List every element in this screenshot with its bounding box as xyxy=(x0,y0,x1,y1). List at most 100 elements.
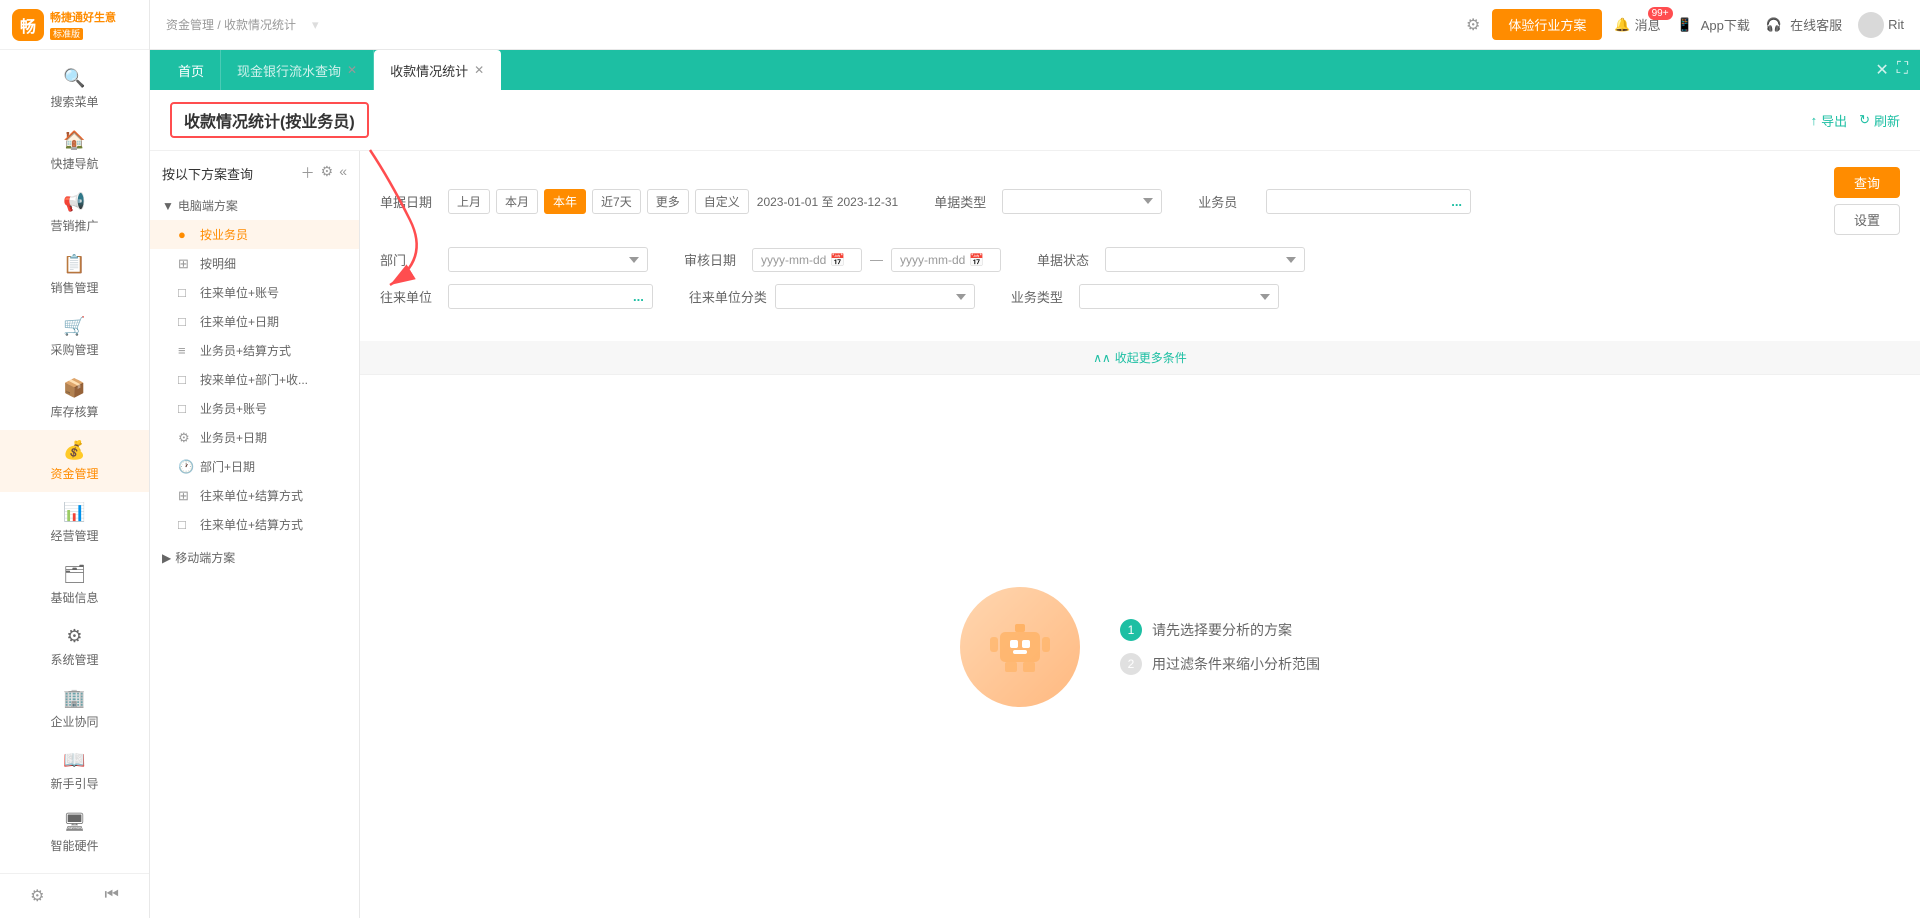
type-select[interactable] xyxy=(1002,189,1162,214)
date-btn-this-month[interactable]: 本月 xyxy=(496,189,538,214)
partner-cat-select[interactable] xyxy=(775,284,975,309)
hardware-icon: 🖥 xyxy=(63,812,86,833)
sidebar-item-operation[interactable]: 📊 经营管理 xyxy=(0,492,149,554)
salesman-more-btn[interactable]: ... xyxy=(1451,194,1462,209)
sidebar-item-quicknav[interactable]: 🏠 快捷导航 xyxy=(0,120,149,182)
date-btn-this-year[interactable]: 本年 xyxy=(544,189,586,214)
sidebar-item-finance[interactable]: 💰 资金管理 xyxy=(0,430,149,492)
app-download-icon: 📱 xyxy=(1677,17,1693,33)
scheme-icon-dd: 🕐 xyxy=(178,459,194,475)
refresh-btn[interactable]: ↻ 刷新 xyxy=(1859,111,1900,130)
scheme-item-salesman-settlement[interactable]: ≡ 业务员+结算方式 xyxy=(150,336,359,365)
desktop-scheme-group: ▼ 电脑端方案 ● 按业务员 ⊞ 按明细 □ 往 xyxy=(150,191,359,539)
collapse-sidebar-icon[interactable]: ⏮ xyxy=(105,886,119,906)
empty-area: 1 请先选择要分析的方案 2 用过滤条件来缩小分析范围 xyxy=(360,375,1920,918)
industry-btn[interactable]: 体验行业方案 xyxy=(1492,9,1602,40)
mobile-scheme-group: ▶ 移动端方案 xyxy=(150,543,359,572)
search-menu-icon: 🔍 xyxy=(63,68,85,89)
tab-receipt[interactable]: 收款情况统计 ✕ xyxy=(374,50,501,90)
scheme-item-partner-date[interactable]: □ 往来单位+日期 xyxy=(150,307,359,336)
right-content: 单据日期 上月 本月 本年 近7天 更多 自定义 xyxy=(360,151,1920,918)
operation-icon: 📊 xyxy=(63,502,85,523)
collapse-panel-btn[interactable]: « xyxy=(339,163,347,183)
audit-date-dash: — xyxy=(870,252,883,267)
scheme-item-salesman-account[interactable]: □ 业务员+账号 xyxy=(150,394,359,423)
scheme-item-ps2[interactable]: □ 往来单位+结算方式 xyxy=(150,510,359,539)
sidebar-item-hardware[interactable]: 🖥 智能硬件 xyxy=(0,802,149,864)
scheme-item-ps1[interactable]: ⊞ 往来单位+结算方式 xyxy=(150,481,359,510)
scheme-icon-sa: □ xyxy=(178,401,194,416)
topbar-gear-icon[interactable]: ⚙ xyxy=(1466,15,1480,35)
sidebar-item-purchase[interactable]: 🛒 采购管理 xyxy=(0,306,149,368)
sidebar-item-search[interactable]: 🔍 搜索菜单 xyxy=(0,58,149,120)
partner-more-btn[interactable]: ... xyxy=(633,289,644,304)
date-btn-more[interactable]: 更多 xyxy=(647,189,689,214)
sidebar-item-basic[interactable]: 🗂 基础信息 xyxy=(0,554,149,616)
scheme-item-dept-date[interactable]: 🕐 部门+日期 xyxy=(150,452,359,481)
scheme-settings-btn[interactable]: ⚙ xyxy=(321,163,334,183)
filter-biz-type-item: 业务类型 xyxy=(1011,284,1279,309)
scheme-icon-salesman: ● xyxy=(178,227,194,242)
notification-btn[interactable]: 🔔 消息 99+ xyxy=(1614,15,1660,34)
date-btn-last-month[interactable]: 上月 xyxy=(448,189,490,214)
salesman-label: 业务员 xyxy=(1198,192,1258,211)
desktop-group-arrow: ▼ xyxy=(162,199,174,213)
close-window-btn[interactable]: ✕ xyxy=(1875,60,1888,80)
dept-select[interactable] xyxy=(448,247,648,272)
sidebar: 畅 畅捷通好生意 标准版 🔍 搜索菜单 🏠 快捷导航 📢 营销推广 📋 销售管理 xyxy=(0,0,150,918)
sidebar-item-enterprise[interactable]: 🏢 企业协同 xyxy=(0,678,149,740)
mobile-group-arrow: ▶ xyxy=(162,551,171,565)
tab-bank-close[interactable]: ✕ xyxy=(347,63,357,77)
sidebar-item-system[interactable]: ⚙ 系统管理 xyxy=(0,616,149,678)
action-col: 查询 设置 xyxy=(1834,167,1900,235)
notification-badge: 99+ xyxy=(1648,7,1673,20)
audit-date-from[interactable]: yyyy-mm-dd 📅 xyxy=(752,248,862,272)
breadcrumb: 资金管理 / 收款情况统计 xyxy=(166,16,296,33)
tab-bank[interactable]: 现金银行流水查询 ✕ xyxy=(221,50,374,90)
export-btn[interactable]: ↑ 导出 xyxy=(1811,111,1848,130)
page-header-actions: ↑ 导出 ↻ 刷新 xyxy=(1811,111,1900,130)
scheme-item-salesman-date[interactable]: ⚙ 业务员+日期 xyxy=(150,423,359,452)
biz-type-select[interactable] xyxy=(1079,284,1279,309)
user-area[interactable]: Rit xyxy=(1858,12,1904,38)
sidebar-item-sales[interactable]: 📋 销售管理 xyxy=(0,244,149,306)
scheme-icon-ps1: ⊞ xyxy=(178,488,194,504)
sidebar-item-guide[interactable]: 📖 新手引导 xyxy=(0,740,149,802)
collapse-bar[interactable]: ∧∧ 收起更多条件 xyxy=(360,341,1920,374)
dept-label: 部门 xyxy=(380,250,440,269)
tab-home[interactable]: 首页 xyxy=(162,50,221,90)
empty-steps: 1 请先选择要分析的方案 2 用过滤条件来缩小分析范围 xyxy=(1120,619,1320,675)
filter-row-1: 单据日期 上月 本月 本年 近7天 更多 自定义 xyxy=(380,167,1900,235)
sidebar-item-wechat[interactable]: 💬 企业微信 xyxy=(0,864,149,873)
sidebar-nav: 🔍 搜索菜单 🏠 快捷导航 📢 营销推广 📋 销售管理 🛒 采购管理 📦 xyxy=(0,50,149,873)
maximize-window-btn[interactable]: ⛶ xyxy=(1897,60,1908,80)
query-btn[interactable]: 查询 xyxy=(1834,167,1900,198)
online-service-btn[interactable]: 🎧 在线客服 xyxy=(1766,15,1842,34)
tab-receipt-close[interactable]: ✕ xyxy=(474,63,484,77)
scheme-icon-pd: □ xyxy=(178,314,194,329)
scheme-item-partner-dept[interactable]: □ 按来单位+部门+收... xyxy=(150,365,359,394)
sidebar-item-inventory[interactable]: 📦 库存核算 xyxy=(0,368,149,430)
scheme-icon-ss: ≡ xyxy=(178,343,194,358)
salesman-input[interactable] xyxy=(1275,194,1451,209)
desktop-group-title[interactable]: ▼ 电脑端方案 xyxy=(150,191,359,220)
scheme-item-by-salesman[interactable]: ● 按业务员 xyxy=(150,220,359,249)
partner-input[interactable] xyxy=(457,289,633,304)
date-label: 单据日期 xyxy=(380,192,440,211)
biz-type-label: 业务类型 xyxy=(1011,287,1071,306)
add-scheme-btn[interactable]: ＋ xyxy=(301,163,315,183)
date-range-display: 2023-01-01 至 2023-12-31 xyxy=(757,193,898,210)
export-icon: ↑ xyxy=(1811,113,1818,128)
app-download-btn[interactable]: 📱 App下载 xyxy=(1677,15,1750,34)
sidebar-item-marketing[interactable]: 📢 营销推广 xyxy=(0,182,149,244)
mobile-group-title[interactable]: ▶ 移动端方案 xyxy=(150,543,359,572)
content-wrapper: 收款情况统计(按业务员) ↑ 导出 ↻ 刷新 xyxy=(150,90,1920,918)
settings-bottom-icon[interactable]: ⚙ xyxy=(30,886,44,906)
status-select[interactable] xyxy=(1105,247,1305,272)
scheme-item-by-detail[interactable]: ⊞ 按明细 xyxy=(150,249,359,278)
scheme-item-partner-account[interactable]: □ 往来单位+账号 xyxy=(150,278,359,307)
set-btn[interactable]: 设置 xyxy=(1834,204,1900,235)
audit-date-to[interactable]: yyyy-mm-dd 📅 xyxy=(891,248,1001,272)
date-btn-custom[interactable]: 自定义 xyxy=(695,189,749,214)
date-btn-7days[interactable]: 近7天 xyxy=(592,189,641,214)
